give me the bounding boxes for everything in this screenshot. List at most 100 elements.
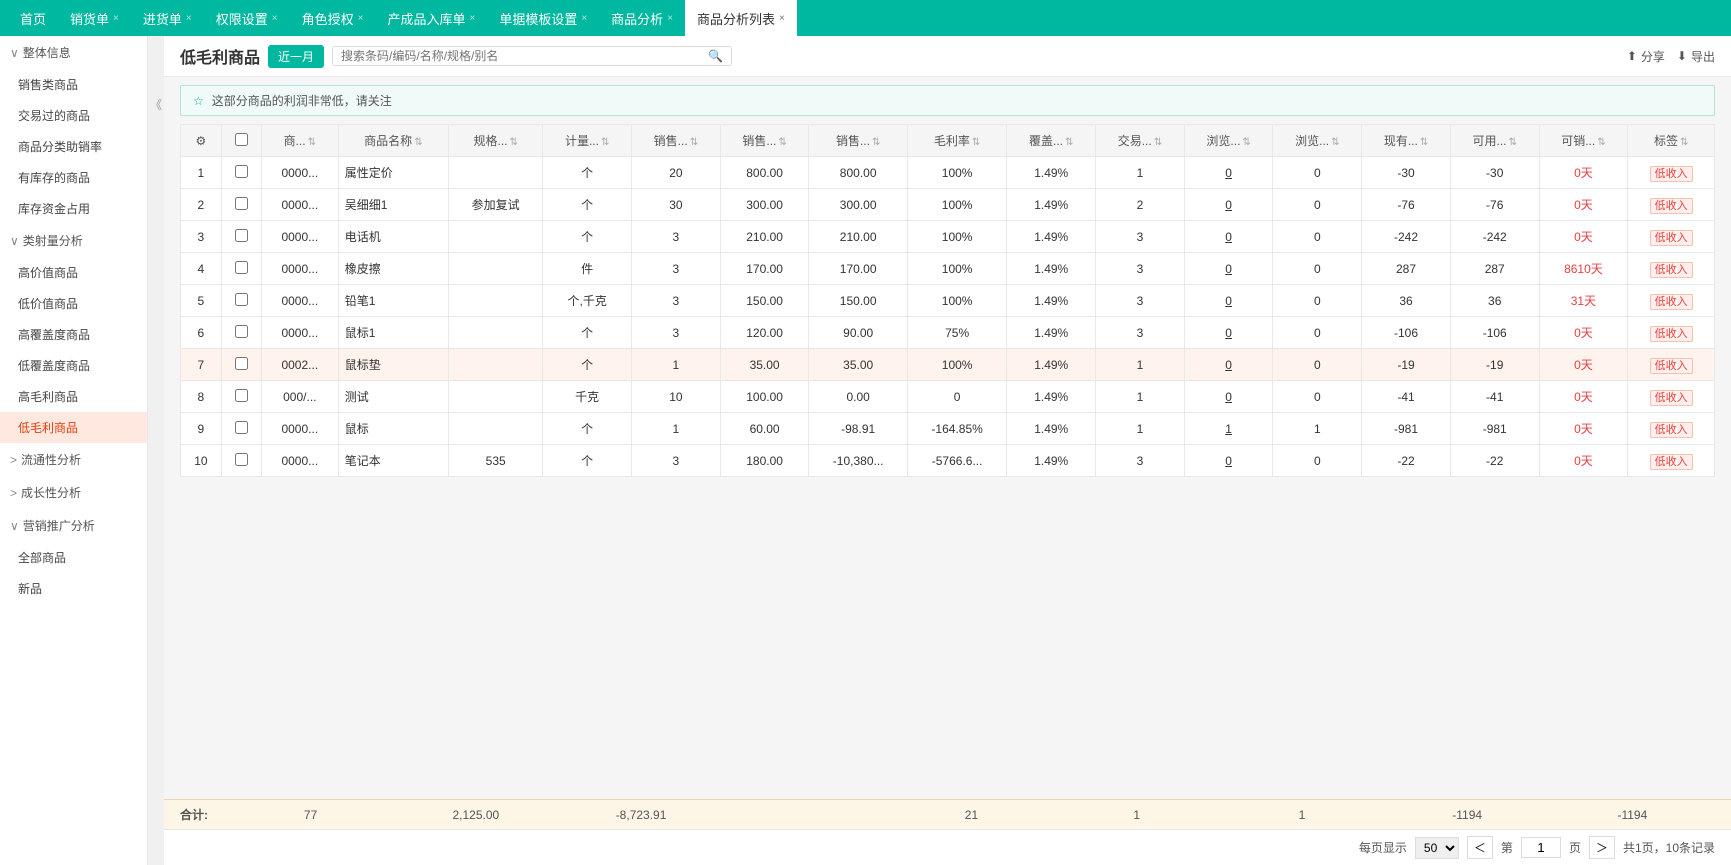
cell-view1[interactable]: 0 (1184, 381, 1273, 413)
col-header-sales_qty[interactable]: 销售...⇅ (632, 125, 721, 157)
page-input[interactable] (1521, 837, 1561, 858)
sort-icon[interactable]: ⇅ (1154, 137, 1162, 148)
cell-checkbox[interactable] (221, 285, 261, 317)
col-header-name[interactable]: 商品名称⇅ (338, 125, 448, 157)
col-header-unit[interactable]: 计量...⇅ (543, 125, 632, 157)
view1-link[interactable]: 0 (1225, 358, 1232, 372)
sort-icon[interactable]: ⇅ (308, 137, 316, 148)
sidebar-item-全部商品[interactable]: 全部商品 (0, 542, 147, 573)
nav-item-权限设置[interactable]: 权限设置× (204, 0, 290, 36)
sidebar-collapse-btn[interactable]: 《 (148, 36, 164, 865)
view1-link[interactable]: 0 (1225, 198, 1232, 212)
row-checkbox[interactable] (235, 229, 248, 242)
sort-icon[interactable]: ⇅ (1509, 137, 1517, 148)
close-icon[interactable]: × (779, 13, 785, 24)
view1-link[interactable]: 0 (1225, 262, 1232, 276)
cell-checkbox[interactable] (221, 253, 261, 285)
nav-item-角色授权[interactable]: 角色授权× (290, 0, 376, 36)
row-checkbox[interactable] (235, 453, 248, 466)
cell-checkbox[interactable] (221, 221, 261, 253)
close-icon[interactable]: × (581, 13, 587, 24)
row-checkbox[interactable] (235, 165, 248, 178)
nav-item-销货单[interactable]: 销货单× (58, 0, 131, 36)
sidebar-group-流通性分析[interactable]: >流通性分析 (0, 443, 147, 476)
select-all-checkbox[interactable] (235, 133, 248, 146)
col-header-code[interactable]: 商...⇅ (261, 125, 338, 157)
close-icon[interactable]: × (272, 13, 278, 24)
row-checkbox[interactable] (235, 357, 248, 370)
sort-icon[interactable]: ⇅ (778, 137, 786, 148)
view1-link[interactable]: 0 (1225, 326, 1232, 340)
export-button[interactable]: ⬇ 导出 (1677, 48, 1715, 65)
close-icon[interactable]: × (358, 13, 364, 24)
cell-view1[interactable]: 0 (1184, 317, 1273, 349)
row-checkbox[interactable] (235, 293, 248, 306)
close-icon[interactable]: × (186, 13, 192, 24)
close-icon[interactable]: × (113, 13, 119, 24)
cell-view1[interactable]: 0 (1184, 445, 1273, 477)
nav-item-进货单[interactable]: 进货单× (131, 0, 204, 36)
sort-icon[interactable]: ⇅ (510, 137, 518, 148)
cell-view1[interactable]: 0 (1184, 221, 1273, 253)
per-page-select[interactable]: 50 (1415, 837, 1459, 859)
sort-icon[interactable]: ⇅ (972, 137, 980, 148)
cell-view1[interactable]: 0 (1184, 349, 1273, 381)
sort-icon[interactable]: ⇅ (872, 137, 880, 148)
sidebar-item-商品分类助销率[interactable]: 商品分类助销率 (0, 131, 147, 162)
col-header-sellable[interactable]: 可销...⇅ (1539, 125, 1628, 157)
sidebar-item-高毛利商品[interactable]: 高毛利商品 (0, 381, 147, 412)
nav-item-商品分析[interactable]: 商品分析× (599, 0, 685, 36)
view1-link[interactable]: 0 (1225, 454, 1232, 468)
sort-icon[interactable]: ⇅ (1597, 137, 1605, 148)
cell-checkbox[interactable] (221, 381, 261, 413)
col-header-view1[interactable]: 浏览...⇅ (1184, 125, 1273, 157)
view1-link[interactable]: 0 (1225, 390, 1232, 404)
nav-item-单据模板设置[interactable]: 单据模板设置× (487, 0, 599, 36)
cell-checkbox[interactable] (221, 445, 261, 477)
sidebar-group-成长性分析[interactable]: >成长性分析 (0, 476, 147, 509)
col-header-gross_rate[interactable]: 毛利率⇅ (907, 125, 1006, 157)
row-checkbox[interactable] (235, 261, 248, 274)
sort-icon[interactable]: ⇅ (1420, 137, 1428, 148)
cell-checkbox[interactable] (221, 349, 261, 381)
nav-item-首页[interactable]: 首页 (8, 0, 58, 36)
search-icon[interactable]: 🔍 (708, 49, 723, 63)
sidebar-group-营销推广分析[interactable]: ∨营销推广分析 (0, 509, 147, 542)
sort-icon[interactable]: ⇅ (601, 137, 609, 148)
sidebar-item-交易过的商品[interactable]: 交易过的商品 (0, 100, 147, 131)
close-icon[interactable]: × (667, 13, 673, 24)
sidebar-item-低毛利商品[interactable]: 低毛利商品 (0, 412, 147, 443)
col-header-view2[interactable]: 浏览...⇅ (1273, 125, 1362, 157)
col-header-trade_count[interactable]: 交易...⇅ (1096, 125, 1185, 157)
search-input[interactable] (341, 49, 708, 63)
sidebar-item-低覆盖度商品[interactable]: 低覆盖度商品 (0, 350, 147, 381)
row-checkbox[interactable] (235, 389, 248, 402)
col-header-current_stock[interactable]: 现有...⇅ (1362, 125, 1451, 157)
col-header-spec[interactable]: 规格...⇅ (449, 125, 543, 157)
cell-checkbox[interactable] (221, 317, 261, 349)
sort-icon[interactable]: ⇅ (1242, 137, 1250, 148)
col-header-usable[interactable]: 可用...⇅ (1450, 125, 1539, 157)
cell-view1[interactable]: 1 (1184, 413, 1273, 445)
sort-icon[interactable]: ⇅ (1680, 137, 1688, 148)
sort-icon[interactable]: ⇅ (1331, 137, 1339, 148)
cell-checkbox[interactable] (221, 413, 261, 445)
sidebar-item-低价值商品[interactable]: 低价值商品 (0, 288, 147, 319)
col-header-coverage[interactable]: 覆盖...⇅ (1007, 125, 1096, 157)
col-header-tag[interactable]: 标签⇅ (1628, 125, 1715, 157)
sidebar-item-库存资金占用[interactable]: 库存资金占用 (0, 193, 147, 224)
row-checkbox[interactable] (235, 325, 248, 338)
next-page-button[interactable]: ＞ (1589, 836, 1615, 859)
row-checkbox[interactable] (235, 421, 248, 434)
prev-page-button[interactable]: ＜ (1467, 836, 1493, 859)
row-checkbox[interactable] (235, 197, 248, 210)
cell-view1[interactable]: 0 (1184, 253, 1273, 285)
cell-view1[interactable]: 0 (1184, 189, 1273, 221)
share-button[interactable]: ⬆ 分享 (1627, 48, 1665, 65)
sort-icon[interactable]: ⇅ (414, 137, 422, 148)
sidebar-item-销售类商品[interactable]: 销售类商品 (0, 69, 147, 100)
cell-view1[interactable]: 0 (1184, 285, 1273, 317)
sort-icon[interactable]: ⇅ (690, 137, 698, 148)
sidebar-item-有库存的商品[interactable]: 有库存的商品 (0, 162, 147, 193)
view1-link[interactable]: 0 (1225, 166, 1232, 180)
